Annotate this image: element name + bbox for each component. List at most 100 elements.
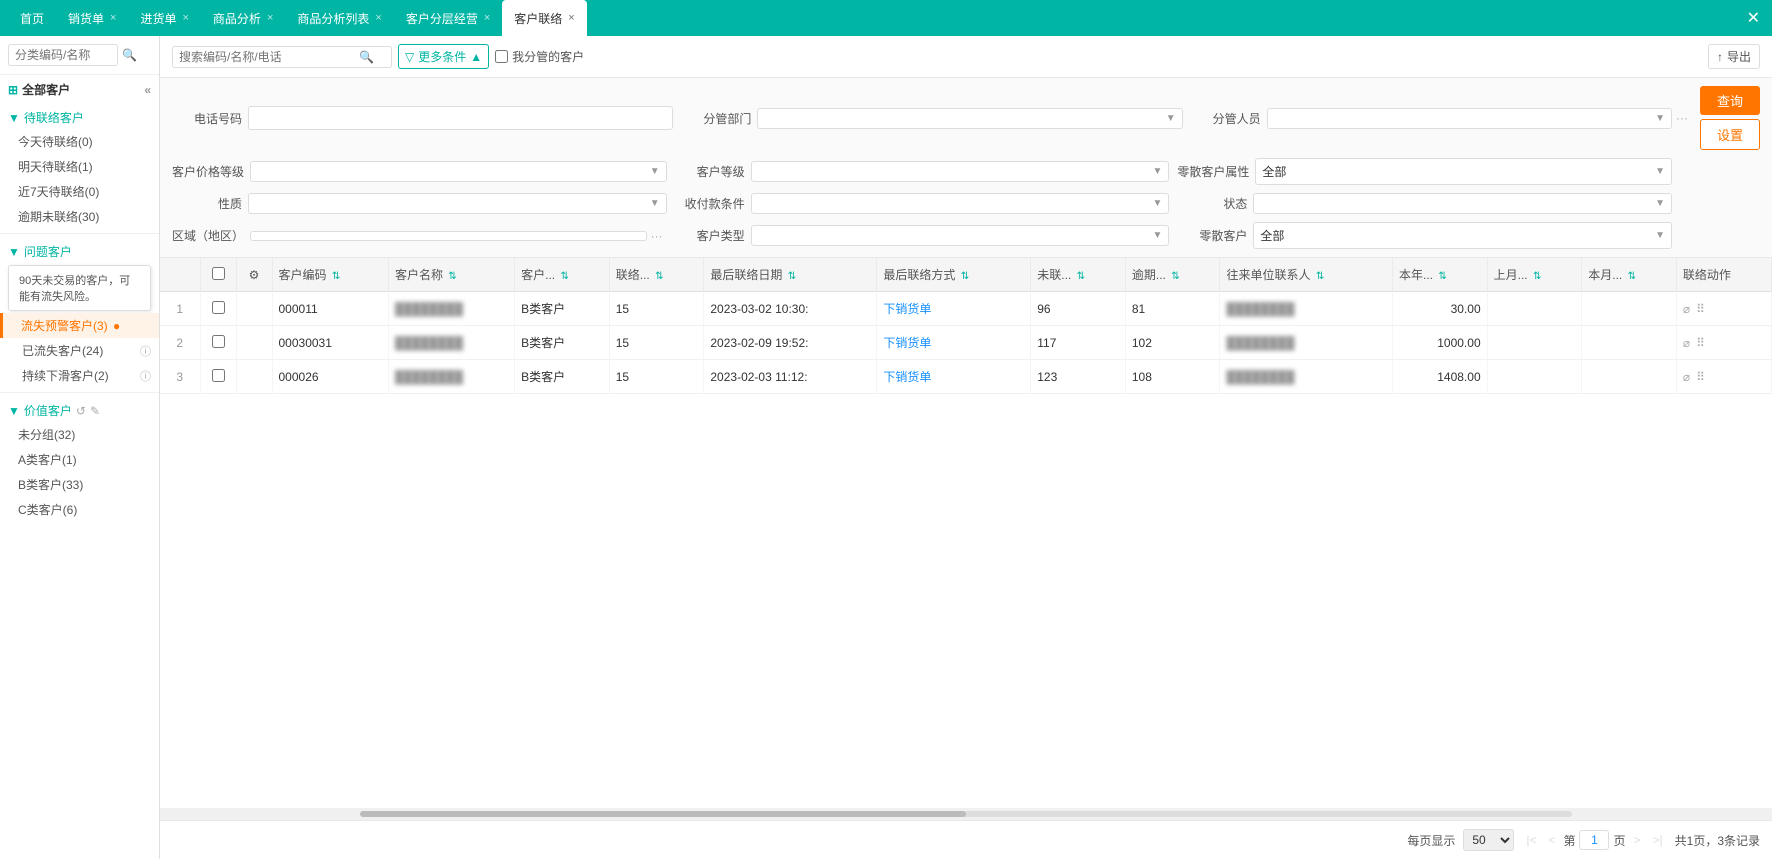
first-page-btn[interactable]: |< [1522,831,1540,849]
all-customers-header[interactable]: ⊞ 全部客户 « [0,75,159,104]
last-page-btn[interactable]: >| [1649,831,1667,849]
filter-phone: 电话号码 [172,106,673,130]
th-overdue[interactable]: 逾期... ⇅ [1125,258,1220,292]
group-pending-contact[interactable]: ▼ 待联络客户 [0,104,159,129]
more-conditions-btn[interactable]: ▽ 更多条件 ▲ [398,44,489,69]
th-customer-type[interactable]: 客户... ⇅ [515,258,610,292]
group-value-customers[interactable]: ▼ 价值客户 ↺ ✎ [0,397,159,422]
cell-method-0[interactable]: 下销货单 [877,292,1031,326]
cell-checkbox-0[interactable] [200,292,236,326]
sidebar-item-today-contact[interactable]: 今天待联络(0) [0,129,159,154]
tab-sales[interactable]: 销货单 × [56,0,128,36]
th-no-contact[interactable]: 未联... ⇅ [1031,258,1126,292]
th-customer-code[interactable]: 客户编码 ⇅ [272,258,388,292]
tab-sales-close[interactable]: × [110,12,116,24]
sidebar-item-class-c[interactable]: C类客户(6) [0,497,159,522]
tab-analysis-list-close[interactable]: × [375,12,381,24]
cell-method-2[interactable]: 下销货单 [877,360,1031,394]
filter-status-select[interactable]: ▼ [1253,193,1672,214]
tab-customer-contact[interactable]: 客户联络 × [502,0,586,36]
sidebar-item-unclassified[interactable]: 未分组(32) [0,422,159,447]
th-this-month[interactable]: 本月... ⇅ [1582,258,1677,292]
action-menu-icon-2[interactable]: ⠿ [1696,370,1705,384]
page-number-input[interactable] [1579,830,1609,850]
window-close-button[interactable]: ✕ [1747,8,1760,28]
sidebar-item-class-a[interactable]: A类客户(1) [0,447,159,472]
tab-customer-contact-close[interactable]: × [568,12,574,24]
filter-region-select[interactable] [250,231,647,241]
select-all-checkbox[interactable] [212,267,225,280]
value-group-edit-icon[interactable]: ↺ [76,404,86,418]
action-link-icon-0[interactable]: ⌀ [1683,302,1690,316]
my-customers-filter[interactable]: 我分管的客户 [495,48,584,65]
cell-no-contact-1: 117 [1031,326,1126,360]
value-group-add-icon[interactable]: ✎ [90,404,100,418]
sidebar-item-churned[interactable]: 已流失客户(24) ⓘ [0,338,159,363]
th-last-contact-method[interactable]: 最后联络方式 ⇅ [877,258,1031,292]
tab-analysis-list[interactable]: 商品分析列表 × [285,0,393,36]
th-last-month[interactable]: 上月... ⇅ [1487,258,1582,292]
group-problem-customers[interactable]: ▼ 问题客户 [0,238,159,263]
filter-phone-input[interactable] [248,106,673,130]
th-unit-contact[interactable]: 往来单位联系人 ⇅ [1220,258,1393,292]
next-page-btn[interactable]: > [1630,831,1645,849]
filter-dept-arrow: ▼ [1166,113,1176,124]
prev-page-btn[interactable]: < [1544,831,1559,849]
toolbar-search-icon[interactable]: 🔍 [359,50,374,64]
th-last-contact-date[interactable]: 最后联络日期 ⇅ [704,258,877,292]
action-link-icon-2[interactable]: ⌀ [1683,370,1690,384]
filter-nature-select[interactable]: ▼ [248,193,667,214]
filter-region-more[interactable]: ··· [647,229,667,243]
page-size-select[interactable]: 50 100 200 [1463,829,1514,851]
filter-retail-customer-select[interactable]: 全部 ▼ [1253,222,1672,249]
sidebar-item-tomorrow-contact[interactable]: 明天待联络(1) [0,154,159,179]
filter-payment-select[interactable]: ▼ [751,193,1170,214]
tab-customer-tier-close[interactable]: × [484,12,490,24]
filter-status-label: 状态 [1177,195,1247,212]
filter-person-more[interactable]: ··· [1672,111,1692,125]
filter-customer-type-select[interactable]: ▼ [751,225,1170,246]
tab-home[interactable]: 首页 [8,0,56,36]
all-customers-label: 全部客户 [22,81,70,98]
tab-analysis-label: 商品分析 [213,10,261,27]
my-customers-checkbox[interactable] [495,50,508,63]
th-contact[interactable]: 联络... ⇅ [609,258,704,292]
sidebar-item-churn-warning[interactable]: 流失预警客户(3) ● [0,313,159,338]
th-customer-name[interactable]: 客户名称 ⇅ [388,258,514,292]
tab-analysis-close[interactable]: × [267,12,273,24]
cell-checkbox-1[interactable] [200,326,236,360]
tab-purchase-close[interactable]: × [182,12,188,24]
th-no-contact-label: 未联... [1037,268,1071,282]
tab-analysis[interactable]: 商品分析 × [201,0,285,36]
sidebar-item-class-b[interactable]: B类客户(33) [0,472,159,497]
filter-person-select[interactable]: ▼ [1267,108,1672,129]
action-link-icon-1[interactable]: ⌀ [1683,336,1690,350]
cell-checkbox-2[interactable] [200,360,236,394]
export-button[interactable]: ↑ 导出 [1708,44,1760,69]
tab-customer-tier[interactable]: 客户分层经营 × [394,0,502,36]
sidebar-item-7day-contact[interactable]: 近7天待联络(0) [0,179,159,204]
tab-purchase[interactable]: 进货单 × [128,0,200,36]
sidebar-search-icon[interactable]: 🔍 [122,48,137,62]
th-this-year[interactable]: 本年... ⇅ [1393,258,1488,292]
more-conditions-arrow: ▲ [470,50,482,64]
filter-retail-attr-select[interactable]: 全部 ▼ [1255,158,1672,185]
th-settings[interactable]: ⚙ [236,258,272,292]
cell-method-1[interactable]: 下销货单 [877,326,1031,360]
query-button[interactable]: 查询 [1700,86,1760,115]
sidebar-collapse-icon[interactable]: « [144,83,151,97]
h-scrollbar-area[interactable] [160,808,1772,820]
sidebar-item-overdue-contact[interactable]: 逾期未联络(30) [0,204,159,229]
filter-customer-tier-select[interactable]: ▼ [751,161,1170,182]
divider-1 [0,233,159,234]
table-row: 2 00030031 ████████ B类客户 15 2023-02-09 1… [160,326,1772,360]
filter-price-tier-select[interactable]: ▼ [250,161,667,182]
action-menu-icon-1[interactable]: ⠿ [1696,336,1705,350]
sidebar-search-input[interactable] [8,44,118,66]
cell-overdue-1: 102 [1125,326,1220,360]
toolbar-search-input[interactable] [179,50,359,64]
settings-button[interactable]: 设置 [1700,119,1760,150]
action-menu-icon-0[interactable]: ⠿ [1696,302,1705,316]
filter-dept-select[interactable]: ▼ [757,108,1182,129]
sidebar-item-declining[interactable]: 持续下滑客户(2) ⓘ [0,363,159,388]
